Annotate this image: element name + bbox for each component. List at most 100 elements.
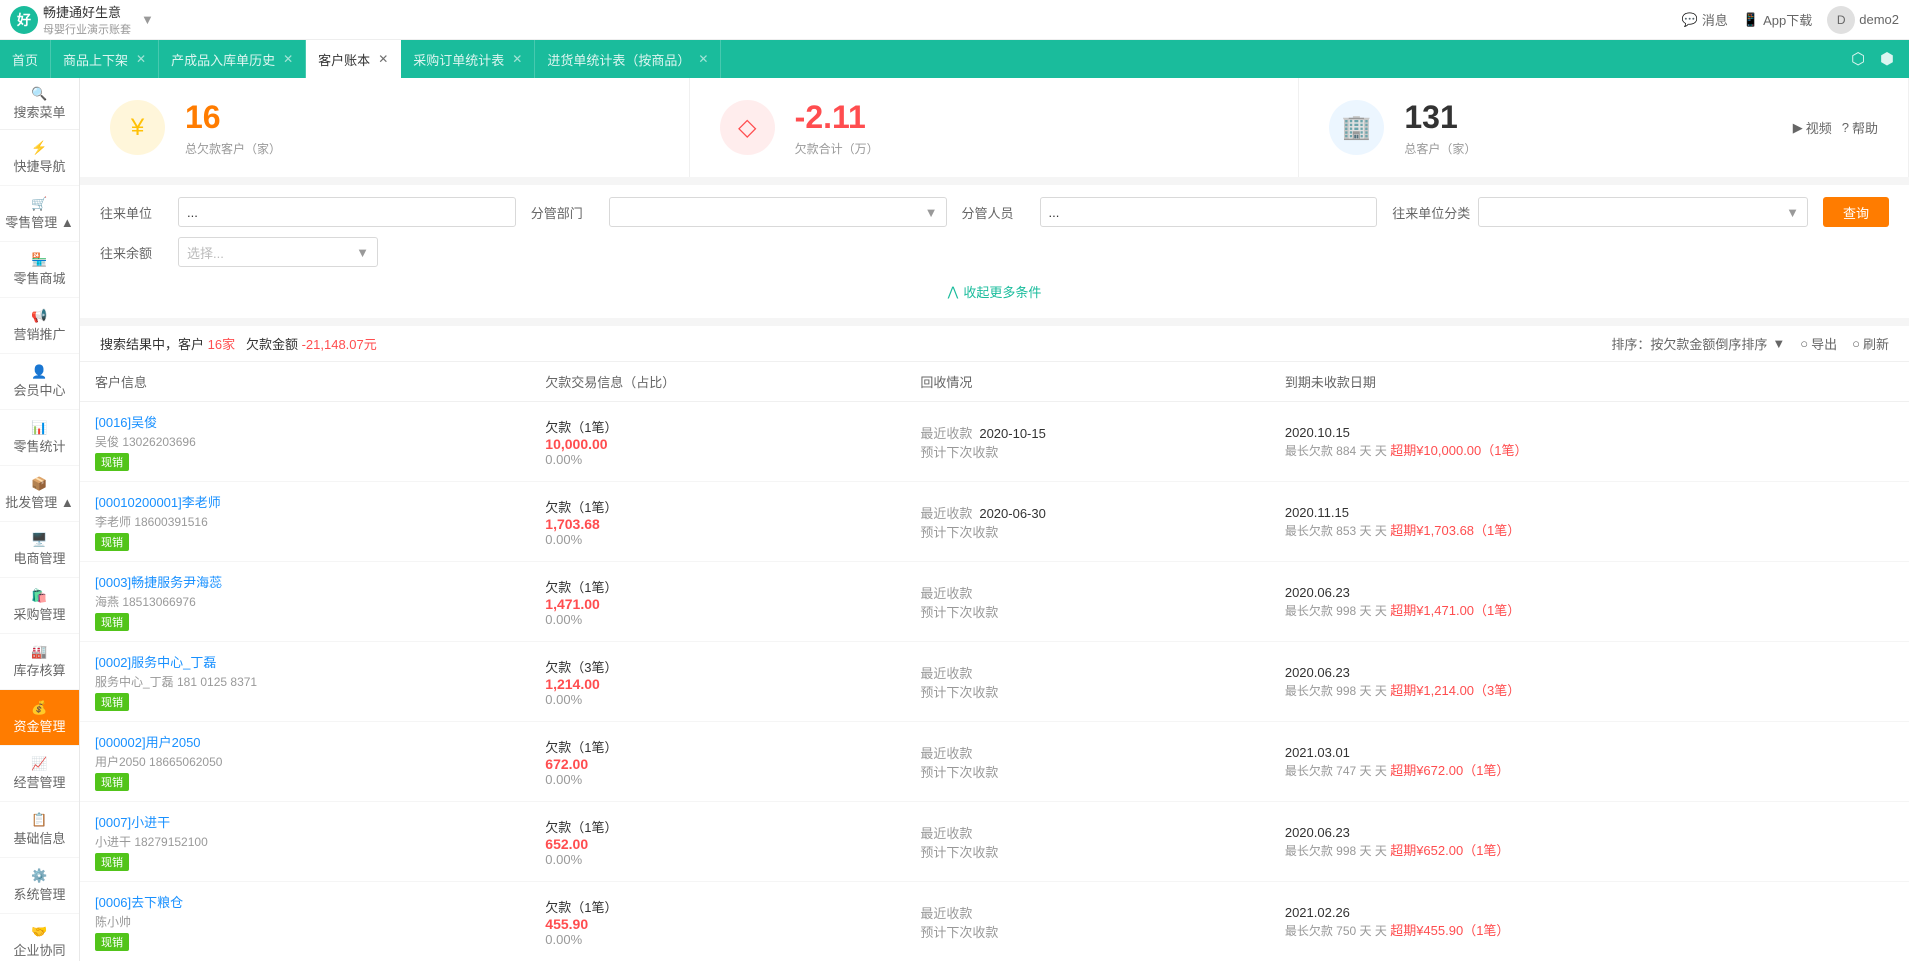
next-collect-label-3: 预计下次收款 — [920, 685, 998, 700]
owe-percent-2: 0.00% — [545, 612, 890, 627]
tab-bar-collapse-btn[interactable]: ⬡ — [1846, 47, 1870, 71]
retail-mgmt-icon: 🛒 — [5, 196, 74, 212]
overdue-text-6[interactable]: 超期¥455.90（1笔） — [1390, 923, 1509, 938]
collection-last-5: 最近收款 — [920, 823, 1254, 842]
cell-customer-6: [0006]去下粮仓 陈小帅 现销 — [80, 882, 530, 961]
owe-amount-3[interactable]: 1,214.00 — [545, 676, 890, 692]
tab-customer[interactable]: 客户账本 ✕ — [306, 40, 401, 78]
marketing-icon: 📢 — [5, 308, 74, 324]
customer-name-1[interactable]: [00010200001]李老师 — [95, 492, 515, 511]
content-area: ¥ 16 总欠款客户（家） ◇ -2.11 欠款合计（万） 🏢 131 总客户（… — [80, 78, 1909, 961]
owe-percent-3: 0.00% — [545, 692, 890, 707]
search-icon: 🔍 — [5, 86, 74, 102]
sidebar-search[interactable]: 🔍 搜索菜单 — [0, 78, 79, 130]
retail-store-icon: 🏪 — [5, 252, 74, 268]
overdue-text-3[interactable]: 超期¥1,214.00（3笔） — [1390, 683, 1520, 698]
filter-from-unit-input[interactable]: ... — [178, 197, 516, 227]
app-download-btn[interactable]: 📱 App下载 — [1743, 10, 1812, 29]
sidebar-item-inventory[interactable]: 🏭 库存核算 — [0, 634, 79, 690]
export-btn[interactable]: ○ 导出 — [1800, 334, 1837, 353]
sidebar-item-member[interactable]: 👤 会员中心 — [0, 354, 79, 410]
sort-btn[interactable]: 排序：按欠款金额倒序排序 ▼ — [1611, 334, 1785, 353]
tab-import-stats[interactable]: 进货单统计表（按商品） ✕ — [535, 40, 721, 78]
tab-goods-close[interactable]: ✕ — [136, 52, 146, 66]
filter-person-dots: ... — [1049, 205, 1060, 220]
owe-count-5: 欠款（1笔） — [545, 817, 890, 836]
owe-amount-4[interactable]: 672.00 — [545, 756, 890, 772]
cell-owe-6: 欠款（1笔） 455.90 0.00% — [530, 882, 905, 961]
tab-bar-expand-btn[interactable]: ⬢ — [1875, 47, 1899, 71]
cell-collection-0: 最近收款 2020-10-15 预计下次收款 — [905, 402, 1269, 482]
refresh-btn[interactable]: ○ 刷新 — [1852, 334, 1889, 353]
user-menu[interactable]: D demo2 — [1827, 6, 1899, 34]
cell-collection-6: 最近收款 预计下次收款 — [905, 882, 1269, 961]
sidebar-item-purchase-mgmt[interactable]: 🛍️ 采购管理 — [0, 578, 79, 634]
tab-purchase[interactable]: 采购订单统计表 ✕ — [401, 40, 535, 78]
owe-amount-0[interactable]: 10,000.00 — [545, 436, 890, 452]
inventory-icon: 🏭 — [5, 644, 74, 660]
sidebar-item-operations[interactable]: 📈 经营管理 — [0, 746, 79, 802]
sidebar-item-retail-mgmt[interactable]: 🛒 零售管理 ▲ — [0, 186, 79, 242]
customer-name-3[interactable]: [0002]服务中心_丁磊 — [95, 652, 515, 671]
sidebar-item-enterprise-coop[interactable]: 🤝 企业协同 — [0, 914, 79, 961]
customer-name-6[interactable]: [0006]去下粮仓 — [95, 892, 515, 911]
customer-name-5[interactable]: [0007]小进干 — [95, 812, 515, 831]
overdue-days-4: 最长欠款 747 天 天 超期¥672.00（1笔） — [1285, 760, 1894, 779]
sidebar-item-retail-stats[interactable]: 📊 零售统计 — [0, 410, 79, 466]
cell-due-6: 2021.02.26 最长欠款 750 天 天 超期¥455.90（1笔） — [1270, 882, 1909, 961]
filter-dept-select[interactable]: ▼ — [609, 197, 947, 227]
filter-unit-category-select[interactable]: ▼ — [1478, 197, 1808, 227]
sidebar-item-marketing[interactable]: 📢 营销推广 — [0, 298, 79, 354]
filter-balance: 往来余额 选择... ▼ — [100, 237, 1889, 267]
logo-icon: 好 — [10, 6, 38, 34]
sidebar-item-basic-info[interactable]: 📋 基础信息 — [0, 802, 79, 858]
tab-home[interactable]: 首页 — [0, 40, 51, 78]
tab-import-stats-close[interactable]: ✕ — [698, 52, 708, 66]
filter-balance-label: 往来余额 — [100, 243, 170, 262]
video-btn[interactable]: ▶ 视频 — [1793, 118, 1832, 137]
stat-owed-amount-label: 欠款合计（万） — [795, 140, 879, 157]
cell-collection-2: 最近收款 预计下次收款 — [905, 562, 1269, 642]
owe-amount-1[interactable]: 1,703.68 — [545, 516, 890, 532]
export-circle-icon: ○ — [1800, 336, 1808, 351]
tab-purchase-label: 采购订单统计表 — [413, 50, 504, 69]
sidebar-item-system[interactable]: ⚙️ 系统管理 — [0, 858, 79, 914]
filter-row-2: 往来余额 选择... ▼ — [100, 237, 1889, 267]
cell-customer-5: [0007]小进干 小进干 18279152100 现销 — [80, 802, 530, 882]
cell-customer-4: [000002]用户2050 用户2050 18665062050 现销 — [80, 722, 530, 802]
cell-collection-5: 最近收款 预计下次收款 — [905, 802, 1269, 882]
sidebar-item-ecommerce[interactable]: 🖥️ 电商管理 — [0, 522, 79, 578]
tab-production[interactable]: 产成品入库单历史 ✕ — [159, 40, 306, 78]
overdue-text-5[interactable]: 超期¥652.00（1笔） — [1390, 843, 1509, 858]
filter-person-input[interactable]: ... — [1040, 197, 1378, 227]
stat-owed-amount-info: -2.11 欠款合计（万） — [795, 98, 879, 157]
sidebar-item-retail-store[interactable]: 🏪 零售商城 — [0, 242, 79, 298]
sidebar-item-batch-mgmt[interactable]: 📦 批发管理 ▲ — [0, 466, 79, 522]
owe-amount-6[interactable]: 455.90 — [545, 916, 890, 932]
enterprise-coop-icon: 🤝 — [5, 924, 74, 940]
customer-name-4[interactable]: [000002]用户2050 — [95, 732, 515, 751]
filter-balance-select[interactable]: 选择... ▼ — [178, 237, 378, 267]
overdue-text-2[interactable]: 超期¥1,471.00（1笔） — [1390, 603, 1520, 618]
overdue-text-1[interactable]: 超期¥1,703.68（1笔） — [1390, 523, 1520, 538]
overdue-text-4[interactable]: 超期¥672.00（1笔） — [1390, 763, 1509, 778]
tab-goods[interactable]: 商品上下架 ✕ — [51, 40, 159, 78]
customer-name-0[interactable]: [0016]吴俊 — [95, 412, 515, 431]
overdue-text-0[interactable]: 超期¥10,000.00（1笔） — [1390, 443, 1527, 458]
filter-collapse-btn[interactable]: ⋀ 收起更多条件 — [100, 277, 1889, 306]
tab-customer-close[interactable]: ✕ — [378, 52, 388, 66]
tab-production-close[interactable]: ✕ — [283, 52, 293, 66]
owe-amount-2[interactable]: 1,471.00 — [545, 596, 890, 612]
message-btn[interactable]: 💬 消息 — [1682, 10, 1728, 29]
help-btn[interactable]: ? 帮助 — [1842, 118, 1878, 137]
sidebar-item-quick-nav[interactable]: ⚡ 快捷导航 — [0, 130, 79, 186]
stat-total-customers: 🏢 131 总客户（家） ▶ 视频 ? 帮助 — [1299, 78, 1909, 177]
customer-name-2[interactable]: [0003]畅捷服务尹海蕊 — [95, 572, 515, 591]
owe-amount-5[interactable]: 652.00 — [545, 836, 890, 852]
logo-dropdown-icon[interactable]: ▼ — [141, 12, 154, 27]
sidebar-item-capital[interactable]: 💰 资金管理 — [0, 690, 79, 746]
query-button[interactable]: 查询 — [1823, 197, 1889, 227]
tab-purchase-close[interactable]: ✕ — [512, 52, 522, 66]
owe-count-2: 欠款（1笔） — [545, 577, 890, 596]
filter-dept-arrow: ▼ — [925, 205, 938, 220]
